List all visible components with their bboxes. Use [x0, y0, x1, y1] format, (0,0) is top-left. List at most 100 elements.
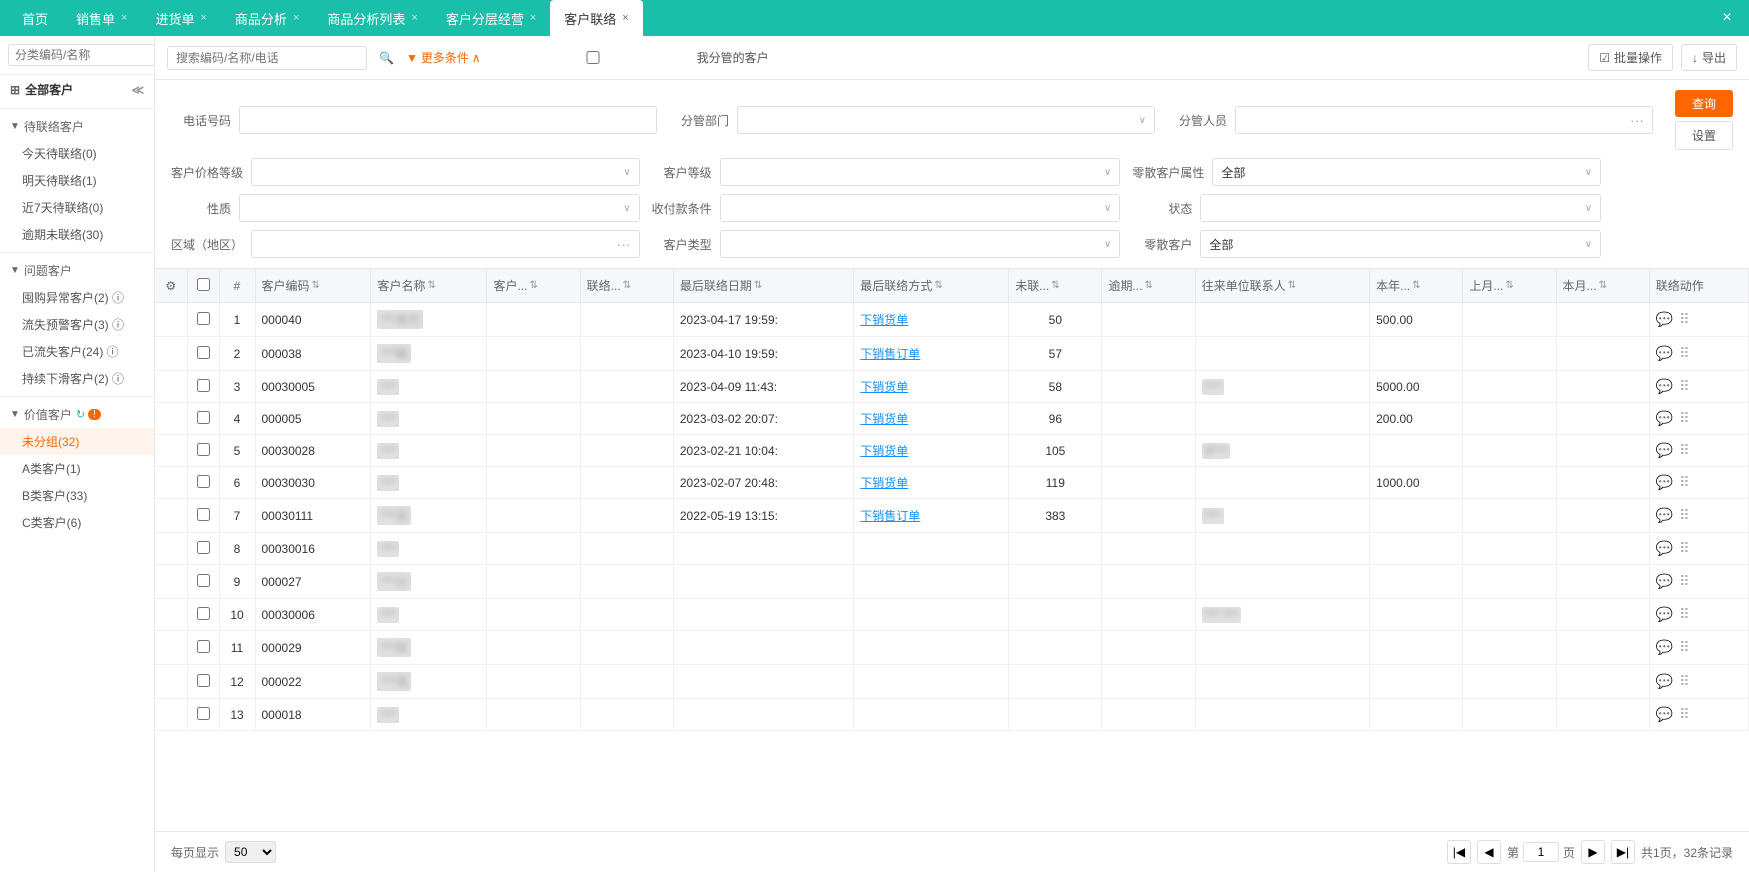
menu-icon[interactable]: ⠿ — [1679, 474, 1689, 491]
row-last-method[interactable]: 下销货单 — [854, 403, 1009, 435]
sidebar-item-decreasing[interactable]: 持续下滑客户(2) ⓘ — [0, 365, 154, 392]
select-all-checkbox[interactable] — [197, 278, 210, 291]
dept-select[interactable]: ∨ — [737, 106, 1155, 134]
status-select[interactable]: ∨ — [1200, 194, 1601, 222]
sidebar-item-today[interactable]: 今天待联络(0) — [0, 140, 154, 167]
comment-icon[interactable]: 💬 — [1656, 540, 1673, 557]
person-select[interactable]: ··· — [1235, 106, 1653, 134]
row-checkbox[interactable] — [187, 371, 219, 403]
batch-ops-button[interactable]: ☑ 批量操作 — [1588, 44, 1673, 71]
region-select[interactable]: ··· — [251, 230, 640, 258]
menu-icon[interactable]: ⠿ — [1679, 673, 1689, 690]
row-checkbox[interactable] — [187, 435, 219, 467]
row-last-method[interactable]: 下销货单 — [854, 467, 1009, 499]
row-checkbox[interactable] — [187, 303, 219, 337]
sidebar-item-lost[interactable]: 已流失客户(24) ⓘ — [0, 338, 154, 365]
sidebar-pending-group[interactable]: ▼ 待联络客户 — [0, 113, 154, 140]
refresh-icon[interactable]: ↻ — [76, 408, 85, 421]
close-product-analysis-icon[interactable]: × — [293, 12, 299, 24]
menu-icon[interactable]: ⠿ — [1679, 540, 1689, 557]
this-year-col-header[interactable]: 本年... ⇅ — [1370, 269, 1463, 303]
menu-icon[interactable]: ⠿ — [1679, 378, 1689, 395]
search-icon[interactable]: 🔍 — [379, 51, 394, 65]
more-filters-button[interactable]: ▼ 更多条件 ∧ — [406, 49, 481, 66]
nav-customer-contact[interactable]: 客户联络 × — [550, 0, 642, 36]
row-check[interactable] — [197, 411, 210, 424]
row-check[interactable] — [197, 312, 210, 325]
row-check[interactable] — [197, 640, 210, 653]
nav-purchase[interactable]: 进货单 × — [141, 0, 220, 36]
sidebar-search-input[interactable] — [8, 44, 155, 66]
row-checkbox[interactable] — [187, 499, 219, 533]
row-checkbox[interactable] — [187, 403, 219, 435]
row-last-method[interactable]: 下销售订单 — [854, 499, 1009, 533]
menu-icon[interactable]: ⠿ — [1679, 311, 1689, 328]
row-last-method[interactable] — [854, 699, 1009, 731]
comment-icon[interactable]: 💬 — [1656, 639, 1673, 656]
retail-attr-select[interactable]: 全部∨ — [1212, 158, 1601, 186]
row-checkbox[interactable] — [187, 533, 219, 565]
comment-icon[interactable]: 💬 — [1656, 474, 1673, 491]
sidebar-item-overdue[interactable]: 逾期未联络(30) — [0, 221, 154, 248]
price-level-select[interactable]: ∨ — [251, 158, 640, 186]
phone-input[interactable] — [239, 106, 657, 134]
row-checkbox[interactable] — [187, 565, 219, 599]
comment-icon[interactable]: 💬 — [1656, 345, 1673, 362]
search-button[interactable]: 查询 — [1675, 90, 1733, 117]
retail-cust-select[interactable]: 全部∨ — [1200, 230, 1601, 258]
sidebar-item-tomorrow[interactable]: 明天待联络(1) — [0, 167, 154, 194]
cust-level-select[interactable]: ∨ — [720, 158, 1121, 186]
reset-button[interactable]: 设置 — [1675, 121, 1733, 150]
row-last-method[interactable]: 下销售订单 — [854, 337, 1009, 371]
nav-product-analysis-list[interactable]: 商品分析列表 × — [313, 0, 431, 36]
sidebar-item-churn-warn[interactable]: 流失预警客户(3) ⓘ — [0, 311, 154, 338]
contact-col-header[interactable]: 联络... ⇅ — [580, 269, 673, 303]
no-days-col-header[interactable]: 未联... ⇅ — [1009, 269, 1102, 303]
my-customers-checkbox[interactable]: 我分管的客户 — [493, 49, 769, 66]
row-last-method[interactable] — [854, 599, 1009, 631]
comment-icon[interactable]: 💬 — [1656, 507, 1673, 524]
comment-icon[interactable]: 💬 — [1656, 606, 1673, 623]
close-customer-segment-icon[interactable]: × — [530, 12, 536, 24]
row-check[interactable] — [197, 346, 210, 359]
type-col-header[interactable]: 客户... ⇅ — [487, 269, 580, 303]
sidebar-item-groupB[interactable]: B类客户(33) — [0, 482, 154, 509]
row-check[interactable] — [197, 508, 210, 521]
row-last-method[interactable] — [854, 665, 1009, 699]
row-check[interactable] — [197, 443, 210, 456]
comment-icon[interactable]: 💬 — [1656, 673, 1673, 690]
nav-sales[interactable]: 销售单 × — [62, 0, 141, 36]
row-checkbox[interactable] — [187, 599, 219, 631]
row-checkbox[interactable] — [187, 631, 219, 665]
close-product-list-icon[interactable]: × — [411, 12, 417, 24]
row-checkbox[interactable] — [187, 699, 219, 731]
close-customer-contact-icon[interactable]: × — [622, 12, 628, 24]
menu-icon[interactable]: ⠿ — [1679, 442, 1689, 459]
row-last-method[interactable] — [854, 631, 1009, 665]
menu-icon[interactable]: ⠿ — [1679, 345, 1689, 362]
payment-select[interactable]: ∨ — [720, 194, 1121, 222]
menu-icon[interactable]: ⠿ — [1679, 410, 1689, 427]
row-check[interactable] — [197, 475, 210, 488]
comment-icon[interactable]: 💬 — [1656, 410, 1673, 427]
row-check[interactable] — [197, 574, 210, 587]
close-purchase-icon[interactable]: × — [200, 12, 206, 24]
row-check[interactable] — [197, 541, 210, 554]
row-check[interactable] — [197, 674, 210, 687]
sidebar-problem-group[interactable]: ▼ 问题客户 — [0, 257, 154, 284]
row-check[interactable] — [197, 707, 210, 720]
my-customers-check[interactable] — [493, 51, 693, 64]
menu-icon[interactable]: ⠿ — [1679, 639, 1689, 656]
row-check[interactable] — [197, 607, 210, 620]
row-last-method[interactable]: 下销货单 — [854, 303, 1009, 337]
nav-home[interactable]: 首页 — [8, 0, 62, 36]
sidebar-item-groupC[interactable]: C类客户(6) — [0, 509, 154, 536]
sidebar-item-ungroup[interactable]: 未分组(32) — [0, 428, 154, 455]
next-page-button[interactable]: ▶ — [1581, 840, 1605, 864]
settings-col-header[interactable]: ⚙ — [155, 269, 187, 303]
first-page-button[interactable]: |◀ — [1447, 840, 1471, 864]
checkbox-col-header[interactable] — [187, 269, 219, 303]
sidebar-value-group[interactable]: ▼ 价值客户 ↻ ! — [0, 401, 154, 428]
sidebar-item-abnormal[interactable]: 囤购异常客户(2) ⓘ — [0, 284, 154, 311]
last-date-col-header[interactable]: 最后联络日期 ⇅ — [673, 269, 853, 303]
